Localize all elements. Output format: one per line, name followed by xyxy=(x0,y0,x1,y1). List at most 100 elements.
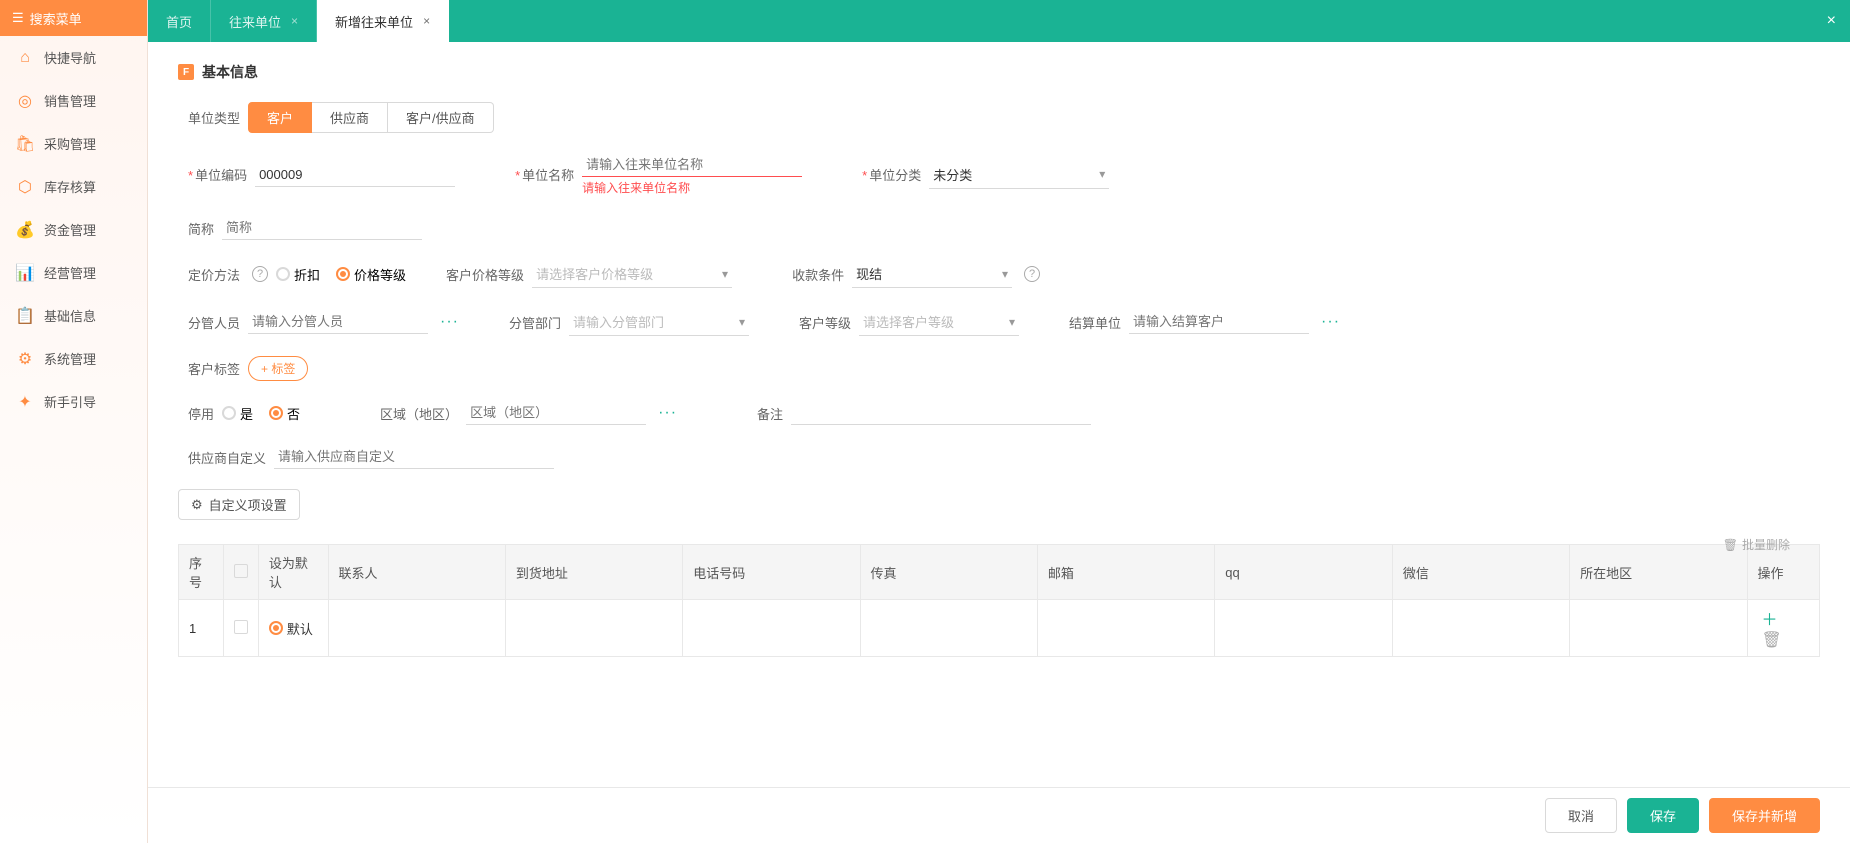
pricing-row: 定价方法 ? 折扣 价格等级 客户价格等级 xyxy=(188,260,1810,288)
cell-actions: ＋ 🗑 xyxy=(1747,600,1820,657)
pricing-discount[interactable]: 折扣 xyxy=(276,265,320,284)
pricing-price-level-radio[interactable] xyxy=(336,267,350,281)
unit-code-input[interactable] xyxy=(255,163,455,187)
manager-more-btn[interactable]: ··· xyxy=(440,313,459,331)
guide-icon: ✦ xyxy=(16,393,34,411)
batch-delete-button[interactable]: 🗑 批量删除 xyxy=(1723,536,1790,553)
remark-input[interactable] xyxy=(791,401,1091,425)
address-input[interactable] xyxy=(516,617,672,640)
unit-category-label: *单位分类 xyxy=(862,165,921,184)
system-icon: ⚙ xyxy=(16,350,34,368)
short-name-input[interactable] xyxy=(222,216,422,240)
customer-price-level-select[interactable]: 请选择客户价格等级 ▾ xyxy=(532,260,732,288)
sidebar-item-purchase[interactable]: 🛍 采购管理 xyxy=(0,122,147,165)
sidebar-item-sales[interactable]: ◎ 销售管理 xyxy=(0,79,147,122)
supplier-custom-input[interactable] xyxy=(274,445,554,469)
phone-input[interactable] xyxy=(693,617,849,640)
settlement-unit-more-btn[interactable]: ··· xyxy=(1321,313,1340,331)
sidebar-label-basic-info: 基础信息 xyxy=(44,306,96,325)
tab-partners[interactable]: 往来单位 × xyxy=(211,0,317,42)
row-default-radio[interactable]: 默认 xyxy=(269,619,318,638)
email-input[interactable] xyxy=(1048,617,1204,640)
row-delete-btn[interactable]: 🗑 xyxy=(1758,630,1786,650)
cell-qq[interactable] xyxy=(1215,600,1393,657)
col-wechat: 微信 xyxy=(1392,545,1569,600)
payment-terms-help-icon[interactable]: ? xyxy=(1024,266,1040,282)
settlement-unit-input[interactable] xyxy=(1129,310,1309,334)
sidebar-item-basic-info[interactable]: 📋 基础信息 xyxy=(0,294,147,337)
add-tag-button[interactable]: + 标签 xyxy=(248,356,308,381)
cell-wechat[interactable] xyxy=(1392,600,1569,657)
manager-input[interactable] xyxy=(248,310,428,334)
payment-terms-select[interactable]: 现结 ▾ xyxy=(852,260,1012,288)
contact-input[interactable] xyxy=(339,617,495,640)
sidebar-item-system[interactable]: ⚙ 系统管理 xyxy=(0,337,147,380)
sidebar-label-inventory: 库存核算 xyxy=(44,177,96,196)
col-seq: 序号 xyxy=(179,545,224,600)
pricing-price-level[interactable]: 价格等级 xyxy=(336,265,406,284)
sidebar-search[interactable]: ☰ 搜索菜单 xyxy=(0,0,147,36)
tab-home[interactable]: 首页 xyxy=(148,0,211,42)
sidebar-item-operations[interactable]: 📊 经营管理 xyxy=(0,251,147,294)
unit-type-supplier[interactable]: 供应商 xyxy=(312,102,388,133)
region-input[interactable] xyxy=(466,401,646,425)
tab-new-partner-label: 新增往来单位 xyxy=(335,12,413,31)
col-phone: 电话号码 xyxy=(683,545,860,600)
unit-name-wrapper: 请输入往来单位名称 xyxy=(582,153,802,196)
table-region-input[interactable] xyxy=(1580,617,1736,640)
cell-phone[interactable] xyxy=(683,600,860,657)
disable-no-radio[interactable] xyxy=(269,406,283,420)
tab-bar-close-all[interactable]: × xyxy=(1813,0,1850,42)
pricing-help-icon[interactable]: ? xyxy=(252,266,268,282)
customer-level-placeholder: 请选择客户等级 xyxy=(863,312,954,331)
row-checkbox[interactable] xyxy=(234,620,248,634)
unit-name-input[interactable] xyxy=(582,153,802,177)
qq-input[interactable] xyxy=(1225,617,1382,640)
tab-new-partner-close[interactable]: × xyxy=(423,14,430,28)
col-checkbox xyxy=(223,545,258,600)
cell-fax[interactable] xyxy=(860,600,1037,657)
disable-yes[interactable]: 是 xyxy=(222,404,253,423)
unit-category-select[interactable]: 未分类 ▾ xyxy=(929,161,1109,189)
sidebar-item-quick-nav[interactable]: ⌂ 快捷导航 xyxy=(0,36,147,79)
unit-type-customer[interactable]: 客户 xyxy=(248,102,312,133)
cancel-button[interactable]: 取消 xyxy=(1545,798,1617,833)
row-add-btn[interactable]: ＋ xyxy=(1758,606,1782,630)
basic-info-icon: 📋 xyxy=(16,307,34,325)
sidebar-label-finance: 资金管理 xyxy=(44,220,96,239)
unit-name-label: *单位名称 xyxy=(515,165,574,184)
customer-level-select[interactable]: 请选择客户等级 ▾ xyxy=(859,308,1019,336)
sidebar-item-inventory[interactable]: ⬡ 库存核算 xyxy=(0,165,147,208)
select-all-checkbox[interactable] xyxy=(234,564,248,578)
cell-address[interactable] xyxy=(505,600,682,657)
delete-icon: 🗑 xyxy=(1723,538,1738,552)
sidebar-search-label: 搜索菜单 xyxy=(30,9,82,28)
cell-email[interactable] xyxy=(1037,600,1214,657)
custom-settings-button[interactable]: ⚙ 自定义项设置 xyxy=(178,489,300,520)
supplier-custom-label: 供应商自定义 xyxy=(188,448,266,467)
cell-default: 默认 xyxy=(258,600,328,657)
unit-type-both[interactable]: 客户/供应商 xyxy=(388,102,494,133)
pricing-discount-radio[interactable] xyxy=(276,267,290,281)
tab-partners-close[interactable]: × xyxy=(291,14,298,28)
disable-yes-radio[interactable] xyxy=(222,406,236,420)
manager-field: 分管人员 ··· xyxy=(188,310,459,334)
region-more-btn[interactable]: ··· xyxy=(658,404,677,422)
save-button[interactable]: 保存 xyxy=(1627,798,1699,833)
cell-region[interactable] xyxy=(1570,600,1747,657)
tab-new-partner[interactable]: 新增往来单位 × xyxy=(317,0,449,42)
fax-input[interactable] xyxy=(871,617,1027,640)
customer-price-level-field: 客户价格等级 请选择客户价格等级 ▾ xyxy=(446,260,732,288)
cell-contact[interactable] xyxy=(328,600,505,657)
save-and-new-button[interactable]: 保存并新增 xyxy=(1709,798,1820,833)
department-select[interactable]: 请输入分管部门 ▾ xyxy=(569,308,749,336)
sidebar-item-finance[interactable]: 💰 资金管理 xyxy=(0,208,147,251)
sidebar-label-guide: 新手引导 xyxy=(44,392,96,411)
customer-level-label: 客户等级 xyxy=(799,313,851,332)
wechat-input[interactable] xyxy=(1403,617,1559,640)
default-radio-circle[interactable] xyxy=(269,621,283,635)
quick-nav-icon: ⌂ xyxy=(16,49,34,67)
disable-no[interactable]: 否 xyxy=(269,404,300,423)
sidebar-item-guide[interactable]: ✦ 新手引导 xyxy=(0,380,147,423)
unit-code-field: *单位编码 xyxy=(188,163,455,187)
